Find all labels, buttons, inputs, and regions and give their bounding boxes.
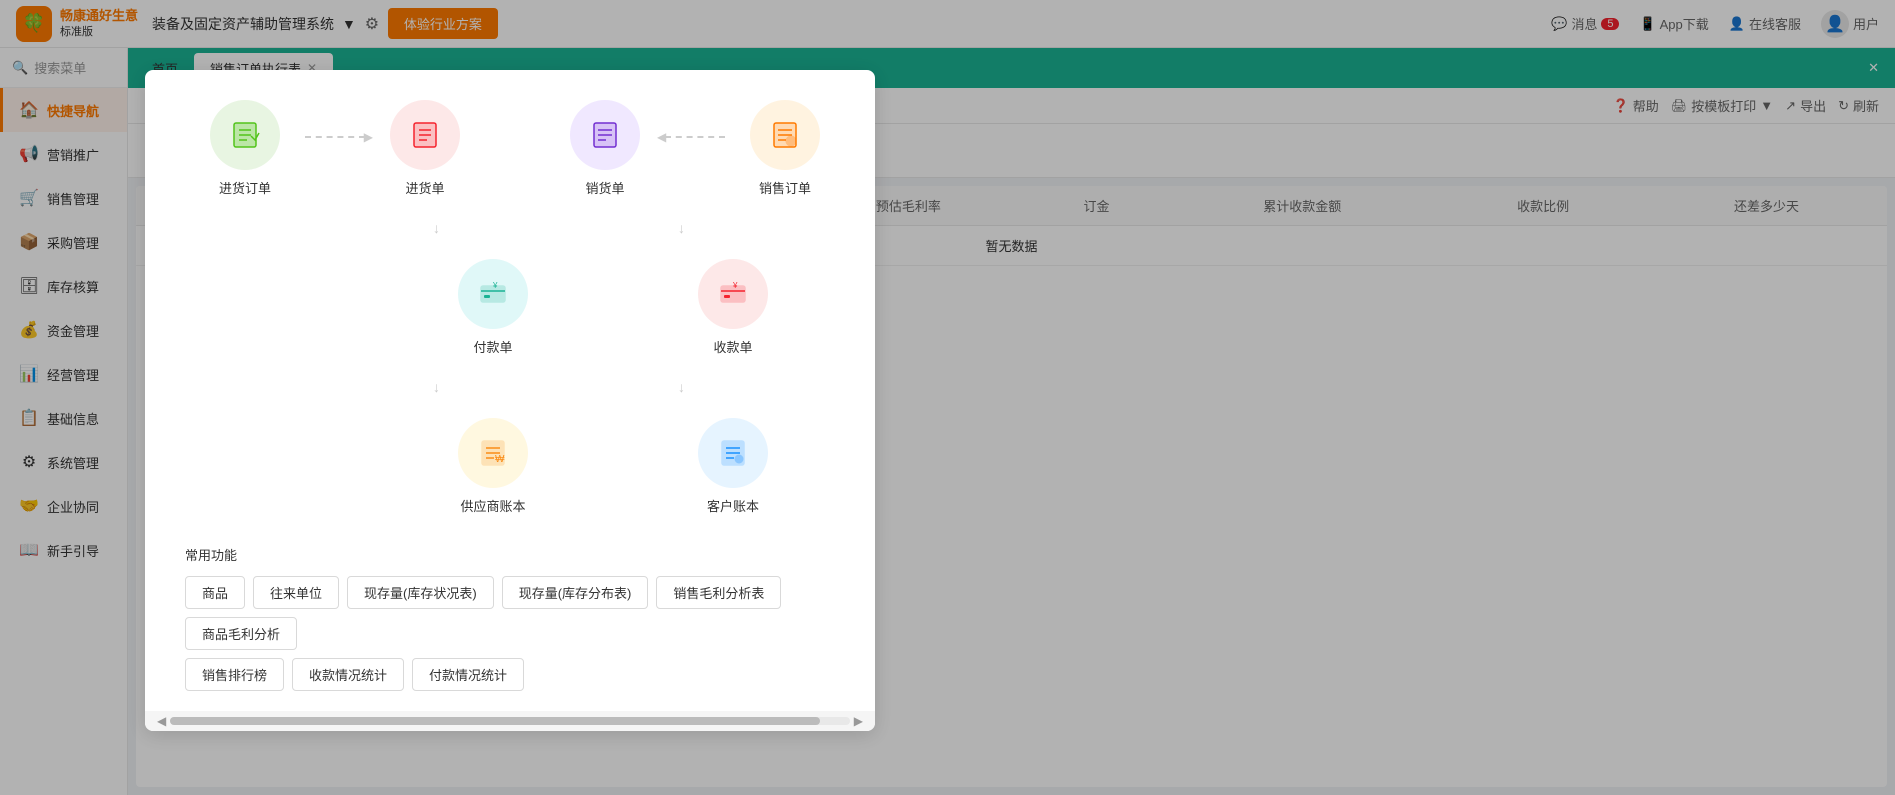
- sales-order-circle: [750, 100, 820, 170]
- flow-node-payment[interactable]: ¥ 付款单: [433, 259, 553, 356]
- svg-text:₩: ₩: [495, 454, 505, 465]
- flow-row-1: 进货订单: [185, 100, 835, 197]
- modal-scrollbar[interactable]: ◀ ▶: [145, 711, 875, 731]
- sales-bill-label: 销货单: [585, 178, 624, 197]
- purchase-bill-label: 进货单: [405, 178, 444, 197]
- sales-bill-circle: [570, 100, 640, 170]
- common-btn-payment-stat[interactable]: 付款情况统计: [412, 658, 524, 691]
- flow-row-arrows2: ↓ ↓: [185, 376, 835, 398]
- common-btn-receipt-stat[interactable]: 收款情况统计: [292, 658, 404, 691]
- flow-arrow-1: [305, 136, 365, 162]
- svg-text:¥: ¥: [732, 281, 738, 290]
- customer-account-circle: [698, 418, 768, 488]
- common-btn-partner[interactable]: 往来单位: [253, 576, 339, 609]
- payment-label: 付款单: [473, 337, 512, 356]
- flow-row-arrows: ↓ ↓: [185, 217, 835, 239]
- supplier-account-circle: ₩: [458, 418, 528, 488]
- arrow-down-purchase: ↓: [433, 221, 440, 235]
- payment-circle: ¥: [458, 259, 528, 329]
- modal-content: 进货订单: [145, 70, 875, 711]
- flow-node-supplier-account[interactable]: ₩ 供应商账本: [433, 418, 553, 515]
- scroll-right-icon[interactable]: ▶: [850, 714, 867, 728]
- purchase-order-circle: [210, 100, 280, 170]
- svg-text:¥: ¥: [492, 281, 498, 290]
- scrollbar-thumb[interactable]: [170, 717, 820, 725]
- flow-row-2: ¥ 付款单 ¥: [185, 259, 835, 356]
- arrow-line-dashed-1: [305, 136, 365, 138]
- common-btn-product[interactable]: 商品: [185, 576, 245, 609]
- purchase-order-label: 进货订单: [219, 178, 271, 197]
- flow-diagram: 进货订单: [185, 100, 835, 515]
- sales-order-label: 销售订单: [759, 178, 811, 197]
- receipt-label: 收款单: [713, 337, 752, 356]
- quick-nav-modal: 进货订单: [145, 70, 875, 731]
- common-btn-stock-status[interactable]: 现存量(库存状况表): [347, 576, 494, 609]
- flow-node-sales-bill[interactable]: 销货单: [545, 100, 665, 197]
- flow-row-3: ₩ 供应商账本: [185, 418, 835, 515]
- common-btn-product-profit[interactable]: 商品毛利分析: [185, 617, 297, 650]
- purchase-bill-circle: [390, 100, 460, 170]
- common-btns: 商品 往来单位 现存量(库存状况表) 现存量(库存分布表) 销售毛利分析表 商品…: [185, 576, 835, 650]
- common-functions-title: 常用功能: [185, 545, 835, 564]
- modal-overlay[interactable]: 进货订单: [0, 0, 1895, 795]
- common-btn-sales-rank[interactable]: 销售排行榜: [185, 658, 284, 691]
- flow-node-purchase-bill[interactable]: 进货单: [365, 100, 485, 197]
- receipt-circle: ¥: [698, 259, 768, 329]
- flow-node-purchase-order[interactable]: 进货订单: [185, 100, 305, 197]
- arrow-down-sales: ↓: [678, 221, 685, 235]
- common-btns-row2: 销售排行榜 收款情况统计 付款情况统计: [185, 658, 835, 691]
- scrollbar-track[interactable]: [170, 717, 850, 725]
- customer-account-label: 客户账本: [707, 496, 759, 515]
- common-btn-stock-dist[interactable]: 现存量(库存分布表): [502, 576, 649, 609]
- common-btn-sales-profit[interactable]: 销售毛利分析表: [656, 576, 781, 609]
- flow-node-customer-account[interactable]: 客户账本: [673, 418, 793, 515]
- arrow-down-payment: ↓: [433, 380, 440, 394]
- arrow-line-dashed-2: [665, 136, 725, 138]
- flow-node-sales-order[interactable]: 销售订单: [725, 100, 845, 197]
- scroll-left-icon[interactable]: ◀: [153, 714, 170, 728]
- flow-arrow-2: [665, 136, 725, 162]
- supplier-account-label: 供应商账本: [460, 496, 525, 515]
- flow-node-receipt[interactable]: ¥ 收款单: [673, 259, 793, 356]
- arrow-down-receipt: ↓: [678, 380, 685, 394]
- common-functions: 常用功能 商品 往来单位 现存量(库存状况表) 现存量(库存分布表) 销售毛利分…: [185, 545, 835, 691]
